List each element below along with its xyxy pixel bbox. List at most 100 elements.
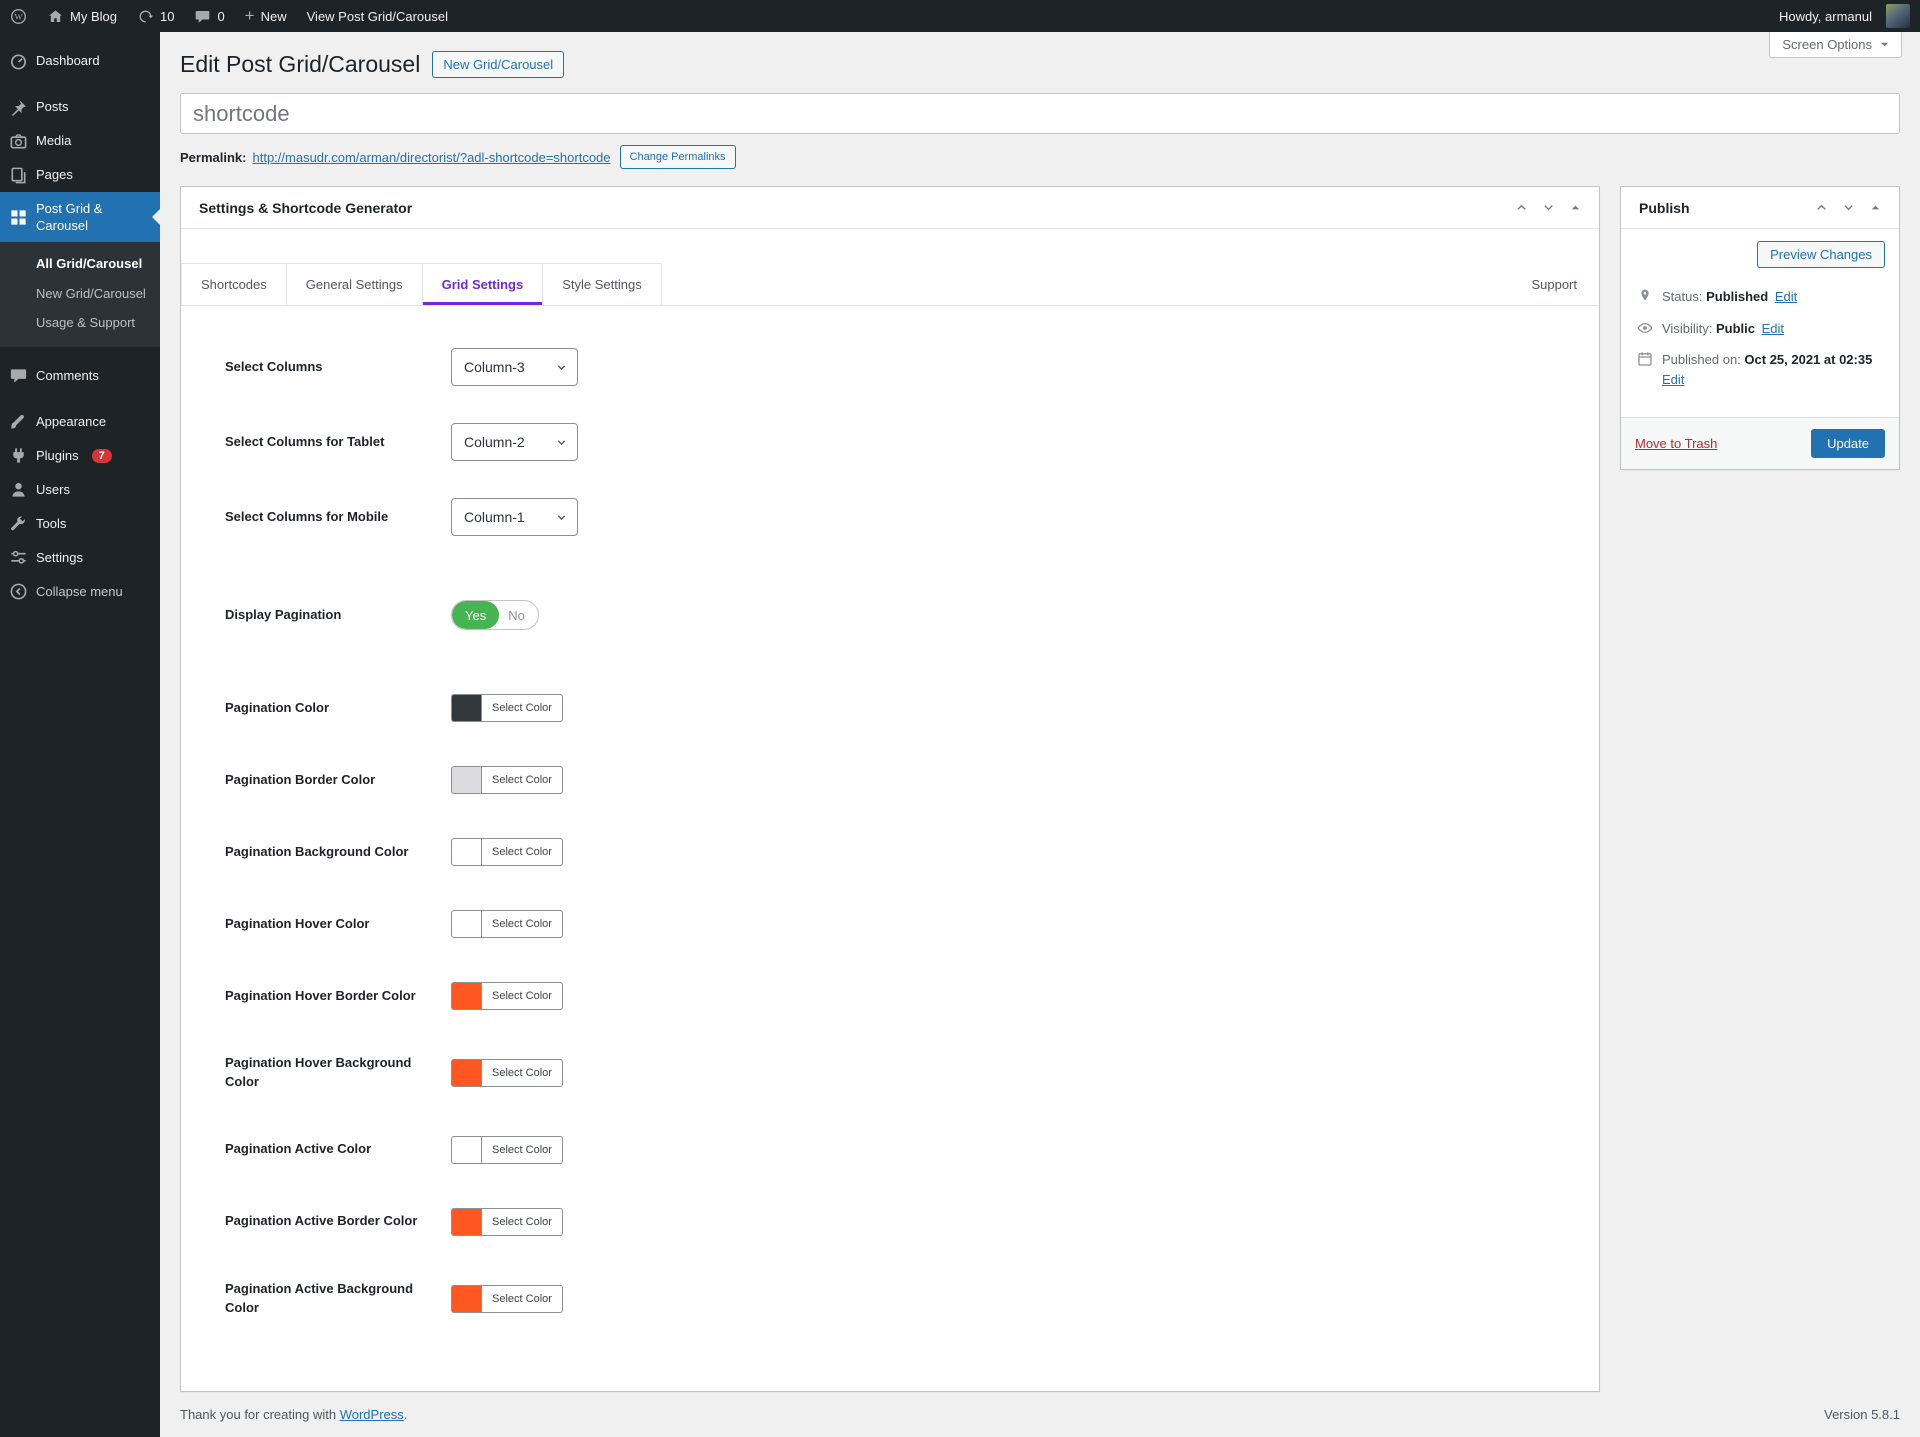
color-swatch[interactable]	[451, 1058, 481, 1087]
settings-shortcode-panel: Settings & Shortcode Generator Shortcode…	[180, 186, 1600, 1393]
sidebar-item-pages[interactable]: Pages	[0, 158, 160, 192]
color-swatch[interactable]	[451, 1207, 481, 1236]
post-title-input[interactable]	[180, 93, 1900, 134]
sidebar-item-appearance[interactable]: Appearance	[0, 405, 160, 439]
sidebar-item-settings[interactable]: Settings	[0, 541, 160, 575]
select-color-button[interactable]: Select Color	[481, 766, 563, 794]
wordpress-logo-menu[interactable]: W	[0, 0, 37, 32]
sidebar-item-post-grid-carousel[interactable]: Post Grid & Carousel	[0, 192, 160, 243]
field-label: Pagination Active Border Color	[225, 1213, 418, 1229]
move-up-icon[interactable]	[1809, 196, 1833, 220]
color-swatch[interactable]	[451, 838, 481, 866]
move-to-trash-link[interactable]: Move to Trash	[1635, 436, 1717, 451]
field-display-pagination: Display Pagination Yes No	[225, 600, 1579, 630]
submenu-item-new-grid-carousel[interactable]: New Grid/Carousel	[0, 279, 160, 309]
publish-actions: Move to Trash Update	[1621, 417, 1899, 469]
collapse-menu-button[interactable]: Collapse menu	[0, 575, 160, 609]
color-swatch[interactable]	[451, 910, 481, 938]
move-down-icon[interactable]	[1836, 196, 1860, 220]
new-content-menu[interactable]: + New	[235, 0, 297, 32]
preview-changes-button[interactable]: Preview Changes	[1757, 241, 1885, 268]
field-select-columns-tablet: Select Columns for Tablet Column-2	[225, 423, 1579, 461]
sidebar-item-dashboard[interactable]: Dashboard	[0, 44, 160, 78]
edit-visibility-link[interactable]: Edit	[1762, 321, 1784, 336]
comment-bubble-icon	[194, 8, 211, 25]
select-columns-mobile-dropdown[interactable]: Column-1	[451, 498, 578, 536]
toggle-panel-icon[interactable]	[1863, 196, 1887, 220]
toggle-no-option[interactable]: No	[499, 601, 538, 629]
view-post-link[interactable]: View Post Grid/Carousel	[297, 0, 458, 32]
select-color-button[interactable]: Select Color	[481, 1284, 563, 1313]
comments-menu[interactable]: 0	[184, 0, 234, 32]
tab-grid-settings[interactable]: Grid Settings	[421, 263, 544, 305]
submenu-item-all-grid-carousel[interactable]: All Grid/Carousel	[0, 249, 160, 279]
edit-status-link[interactable]: Edit	[1775, 289, 1797, 304]
tab-shortcodes[interactable]: Shortcodes	[181, 263, 287, 305]
tab-style-settings[interactable]: Style Settings	[542, 263, 662, 305]
sidebar-item-users[interactable]: Users	[0, 473, 160, 507]
edit-published-date-link[interactable]: Edit	[1662, 372, 1684, 387]
field-pagination-hover-color: Pagination Hover Color Select Color	[225, 910, 1579, 938]
field-pagination-active-background-color: Pagination Active Background Color Selec…	[225, 1280, 1579, 1318]
pages-icon	[0, 166, 36, 185]
my-account-menu[interactable]: Howdy, armanul	[1769, 0, 1920, 32]
howdy-text: Howdy, armanul	[1779, 8, 1872, 24]
updates-icon	[137, 8, 154, 25]
sidebar-item-plugins[interactable]: Plugins 7	[0, 439, 160, 473]
update-button[interactable]: Update	[1811, 429, 1885, 458]
color-swatch[interactable]	[451, 694, 481, 722]
select-color-button[interactable]: Select Color	[481, 982, 563, 1010]
sidebar-item-media[interactable]: Media	[0, 124, 160, 158]
field-label: Pagination Border Color	[225, 771, 376, 787]
select-columns-tablet-dropdown[interactable]: Column-2	[451, 423, 578, 461]
sidebar-item-tools[interactable]: Tools	[0, 507, 160, 541]
sidebar-item-label: Users	[36, 482, 70, 498]
support-link[interactable]: Support	[1531, 277, 1599, 292]
select-color-button[interactable]: Select Color	[481, 910, 563, 938]
field-label: Pagination Hover Border Color	[225, 987, 416, 1003]
select-color-button[interactable]: Select Color	[481, 1207, 563, 1236]
color-swatch[interactable]	[451, 1135, 481, 1164]
site-name-menu[interactable]: My Blog	[37, 0, 127, 32]
color-control: Select Color	[451, 1284, 563, 1313]
settings-sliders-icon	[0, 548, 36, 567]
sidebar-item-label: Tools	[36, 516, 67, 532]
grid-icon	[0, 208, 36, 227]
view-post-label: View Post Grid/Carousel	[306, 8, 448, 24]
visibility-label: Visibility:	[1662, 320, 1713, 336]
field-pagination-active-border-color: Pagination Active Border Color Select Co…	[225, 1207, 1579, 1236]
screen-options-button[interactable]: Screen Options	[1769, 32, 1902, 58]
dashboard-icon	[0, 52, 36, 71]
color-control: Select Color	[451, 982, 563, 1010]
select-color-button[interactable]: Select Color	[481, 838, 563, 866]
wordpress-link[interactable]: WordPress	[340, 1407, 404, 1422]
color-swatch[interactable]	[451, 982, 481, 1010]
submenu-item-usage-support[interactable]: Usage & Support	[0, 308, 160, 338]
selected-value: Column-2	[464, 434, 525, 450]
toggle-panel-icon[interactable]	[1563, 196, 1587, 220]
publish-panel-header: Publish	[1621, 187, 1899, 229]
move-down-icon[interactable]	[1536, 196, 1560, 220]
visibility-value: Public	[1715, 320, 1755, 336]
change-permalinks-button[interactable]: Change Permalinks	[619, 145, 736, 169]
updates-menu[interactable]: 10	[127, 0, 184, 32]
user-avatar	[1886, 4, 1910, 28]
admin-bar: W My Blog 10 0 + New View Post Grid/Caro…	[0, 0, 1920, 32]
media-camera-icon	[0, 132, 36, 151]
select-color-button[interactable]: Select Color	[481, 694, 563, 722]
admin-bar-right: Howdy, armanul	[1769, 0, 1920, 32]
move-up-icon[interactable]	[1509, 196, 1533, 220]
permalink-link[interactable]: http://masudr.com/arman/directorist/?adl…	[252, 150, 610, 165]
toggle-yes-option[interactable]: Yes	[452, 601, 500, 629]
tab-general-settings[interactable]: General Settings	[285, 263, 423, 305]
new-grid-carousel-button[interactable]: New Grid/Carousel	[432, 51, 565, 78]
select-color-button[interactable]: Select Color	[481, 1058, 563, 1087]
color-swatch[interactable]	[451, 766, 481, 794]
select-columns-dropdown[interactable]: Column-3	[451, 348, 578, 386]
select-color-button[interactable]: Select Color	[481, 1135, 563, 1164]
page-header: Edit Post Grid/Carousel New Grid/Carouse…	[180, 51, 1900, 78]
sidebar-item-posts[interactable]: Posts	[0, 90, 160, 124]
color-swatch[interactable]	[451, 1284, 481, 1313]
menu-separator	[0, 347, 160, 359]
sidebar-item-comments[interactable]: Comments	[0, 359, 160, 393]
